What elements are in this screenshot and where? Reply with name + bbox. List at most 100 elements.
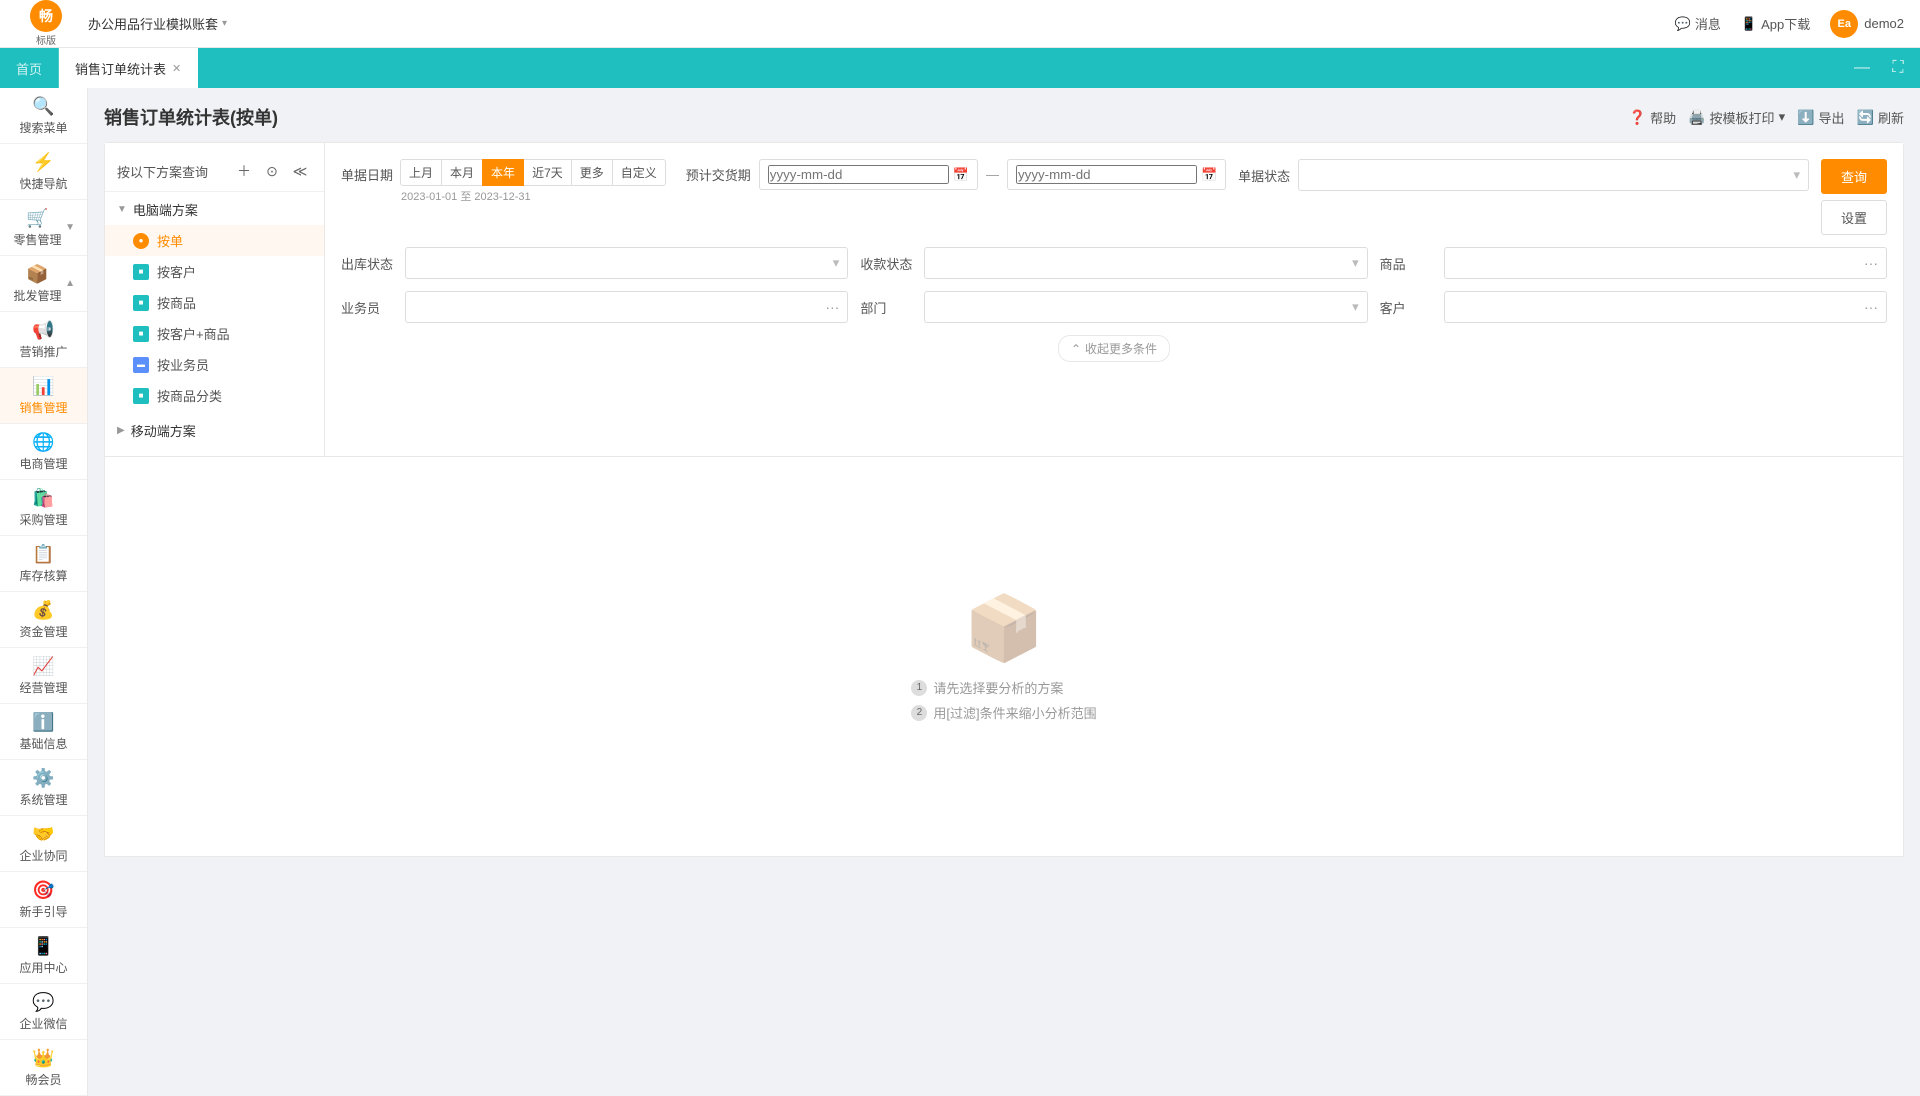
sidebar-item-sales-mgmt[interactable]: 📊 销售管理 — [0, 368, 87, 424]
query-btn-col: 查询 设置 — [1821, 159, 1887, 235]
app-logo[interactable]: 畅 标版 — [16, 0, 76, 47]
sidebar-item-ecommerce-mgmt[interactable]: 🌐 电商管理 — [0, 424, 87, 480]
pc-schemes-section: ▼ 电脑端方案 ● 按单 ■ 按客户 ■ 按商品 — [105, 192, 324, 413]
scheme-item-by-customer[interactable]: ■ 按客户 — [105, 256, 324, 287]
date-btn-more[interactable]: 更多 — [571, 159, 613, 186]
scheme-add-btn[interactable]: ＋ — [232, 159, 256, 183]
inventory-icon: 📋 — [32, 544, 54, 565]
receipt-status-select[interactable]: ▾ — [924, 247, 1367, 279]
retail-mgmt-arrow: ▼ — [65, 222, 75, 233]
scheme-item-by-product[interactable]: ■ 按商品 — [105, 287, 324, 318]
by-product-icon: ■ — [133, 295, 149, 311]
sidebar-item-app-center[interactable]: 📱 应用中心 — [0, 928, 87, 984]
sidebar-item-sys-mgmt[interactable]: ⚙️ 系统管理 — [0, 760, 87, 816]
empty-tip-1: 1 请先选择要分析的方案 — [911, 678, 1096, 697]
sidebar-item-search-menu[interactable]: 🔍 搜索菜单 — [0, 88, 87, 144]
sidebar-item-quick-nav[interactable]: ⚡ 快捷导航 — [0, 144, 87, 200]
customer-input[interactable]: ··· — [1444, 291, 1887, 323]
date-start-input[interactable]: 📅 — [759, 159, 978, 190]
by-customer-icon: ■ — [133, 264, 149, 280]
export-btn[interactable]: ⬇️ 导出 — [1797, 108, 1844, 127]
user-menu-btn[interactable]: Ea demo2 — [1830, 10, 1904, 38]
date-shortcuts: 上月 本月 本年 近7天 更多 自定义 — [401, 159, 666, 186]
sidebar-item-enterprise-collab[interactable]: 🤝 企业协同 — [0, 816, 87, 872]
filter-cell-product: 商品 ··· — [1380, 247, 1887, 279]
tab-home[interactable]: 首页 — [0, 48, 59, 88]
minimize-icon[interactable]: — — [1848, 54, 1876, 82]
settings-button[interactable]: 设置 — [1821, 200, 1887, 235]
customer-more-icon[interactable]: ··· — [1864, 299, 1878, 315]
user-avatar: Ea — [1830, 10, 1858, 38]
layout: 🔍 搜索菜单 ⚡ 快捷导航 🛒 零售管理 ▼ 📦 批发管理 ▲ 📢 营销推广 — [0, 88, 1920, 1096]
app-download-btn[interactable]: 📱 App下载 — [1741, 14, 1810, 33]
pc-schemes-header[interactable]: ▼ 电脑端方案 — [105, 194, 324, 225]
topbar: 畅 标版 办公用品行业模拟账套 ▾ 💬 消息 📱 App下载 Ea demo2 — [0, 0, 1920, 48]
app-title[interactable]: 办公用品行业模拟账套 ▾ — [88, 14, 227, 33]
wholesale-mgmt-icon: 📦 — [26, 264, 48, 285]
bill-status-select[interactable]: ▾ — [1298, 159, 1809, 191]
product-more-icon[interactable]: ··· — [1864, 255, 1878, 271]
empty-tips: 1 请先选择要分析的方案 2 用[过滤]条件来缩小分析范围 — [911, 678, 1096, 722]
scheme-item-by-order[interactable]: ● 按单 — [105, 225, 324, 256]
department-select[interactable]: ▾ — [924, 291, 1367, 323]
date-end-input[interactable]: 📅 — [1007, 159, 1226, 190]
sidebar-item-purchase-mgmt[interactable]: 🛍️ 采购管理 — [0, 480, 87, 536]
salesperson-more-icon[interactable]: ··· — [825, 299, 839, 315]
sidebar-item-new-guide[interactable]: 🎯 新手引导 — [0, 872, 87, 928]
filter-row-3: 业务员 ··· 部门 ▾ 客户 — [341, 291, 1887, 323]
help-btn[interactable]: ❓ 帮助 — [1629, 108, 1676, 127]
ecommerce-icon: 🌐 — [32, 432, 54, 453]
delivery-status-dropdown-icon: ▾ — [833, 255, 840, 271]
filter-cell-delivery-status: 出库状态 ▾ — [341, 247, 848, 279]
delivery-status-select[interactable]: ▾ — [405, 247, 848, 279]
sidebar-item-inventory[interactable]: 📋 库存核算 — [0, 536, 87, 592]
scheme-item-by-salesperson[interactable]: ▬ 按业务员 — [105, 349, 324, 380]
page-header: 销售订单统计表(按单) ❓ 帮助 🖨️ 按模板打印 ▾ ⬇️ 导出 🔄 刷新 — [104, 104, 1904, 130]
date-btn-last-7-days[interactable]: 近7天 — [523, 159, 572, 186]
date-btn-this-year[interactable]: 本年 — [482, 159, 524, 186]
receipt-status-label: 收款状态 — [860, 254, 916, 273]
expand-icon[interactable]: ⛶ — [1884, 54, 1912, 82]
scheme-collapse-btn[interactable]: ≪ — [288, 159, 312, 183]
tab-sales-order-stat[interactable]: 销售订单统计表 ✕ — [59, 48, 198, 88]
sidebar-item-basic-info[interactable]: ℹ️ 基础信息 — [0, 704, 87, 760]
empty-state: 📦 1 请先选择要分析的方案 2 用[过滤]条件来缩小分析范围 — [891, 531, 1116, 782]
salesperson-input[interactable]: ··· — [405, 291, 848, 323]
by-product-category-icon: ■ — [133, 388, 149, 404]
scheme-item-by-product-category[interactable]: ■ 按商品分类 — [105, 380, 324, 411]
scheme-item-by-customer-product[interactable]: ■ 按客户+商品 — [105, 318, 324, 349]
sales-tab-label: 销售订单统计表 — [75, 59, 166, 78]
date-btn-this-month[interactable]: 本月 — [441, 159, 483, 186]
calendar-start-icon: 📅 — [953, 167, 969, 183]
mobile-schemes-header[interactable]: ▶ 移动端方案 — [105, 415, 324, 446]
pc-schemes-arrow: ▼ — [117, 204, 127, 215]
sidebar-item-wholesale-mgmt[interactable]: 📦 批发管理 ▲ — [0, 256, 87, 312]
sidebar-item-marketing[interactable]: 📢 营销推广 — [0, 312, 87, 368]
topbar-right: 💬 消息 📱 App下载 Ea demo2 — [1675, 10, 1904, 38]
sidebar-item-finance-mgmt[interactable]: 💰 资金管理 — [0, 592, 87, 648]
refresh-btn[interactable]: 🔄 刷新 — [1857, 108, 1904, 127]
query-button[interactable]: 查询 — [1821, 159, 1887, 194]
print-dropdown-icon: ▾ — [1779, 109, 1786, 125]
product-label: 商品 — [1380, 254, 1436, 273]
main-content: 销售订单统计表(按单) ❓ 帮助 🖨️ 按模板打印 ▾ ⬇️ 导出 🔄 刷新 — [88, 88, 1920, 1096]
message-btn[interactable]: 💬 消息 — [1675, 14, 1721, 33]
mobile-schemes-section: ▶ 移动端方案 — [105, 413, 324, 448]
enterprise-collab-icon: 🤝 — [32, 824, 54, 845]
sidebar-item-ops-mgmt[interactable]: 📈 经营管理 — [0, 648, 87, 704]
date-range-hint: 2023-01-01 至 2023-12-31 — [401, 188, 674, 204]
message-icon: 💬 — [1675, 16, 1691, 32]
date-btn-last-month[interactable]: 上月 — [400, 159, 442, 186]
sidebar-item-enterprise-wechat[interactable]: 💬 企业微信 — [0, 984, 87, 1040]
sidebar-item-retail-mgmt[interactable]: 🛒 零售管理 ▼ — [0, 200, 87, 256]
collapse-btn[interactable]: ⌃ 收起更多条件 — [1058, 335, 1170, 362]
date-btn-custom[interactable]: 自定义 — [612, 159, 666, 186]
sidebar-item-member[interactable]: 👑 畅会员 — [0, 1040, 87, 1096]
search-menu-icon: 🔍 — [32, 96, 54, 117]
member-icon: 👑 — [32, 1048, 54, 1069]
product-input[interactable]: ··· — [1444, 247, 1887, 279]
empty-illustration: 📦 — [964, 591, 1044, 666]
print-btn[interactable]: 🖨️ 按模板打印 ▾ — [1688, 108, 1785, 127]
tab-close-icon[interactable]: ✕ — [172, 62, 181, 75]
scheme-settings-btn[interactable]: ⊙ — [260, 159, 284, 183]
